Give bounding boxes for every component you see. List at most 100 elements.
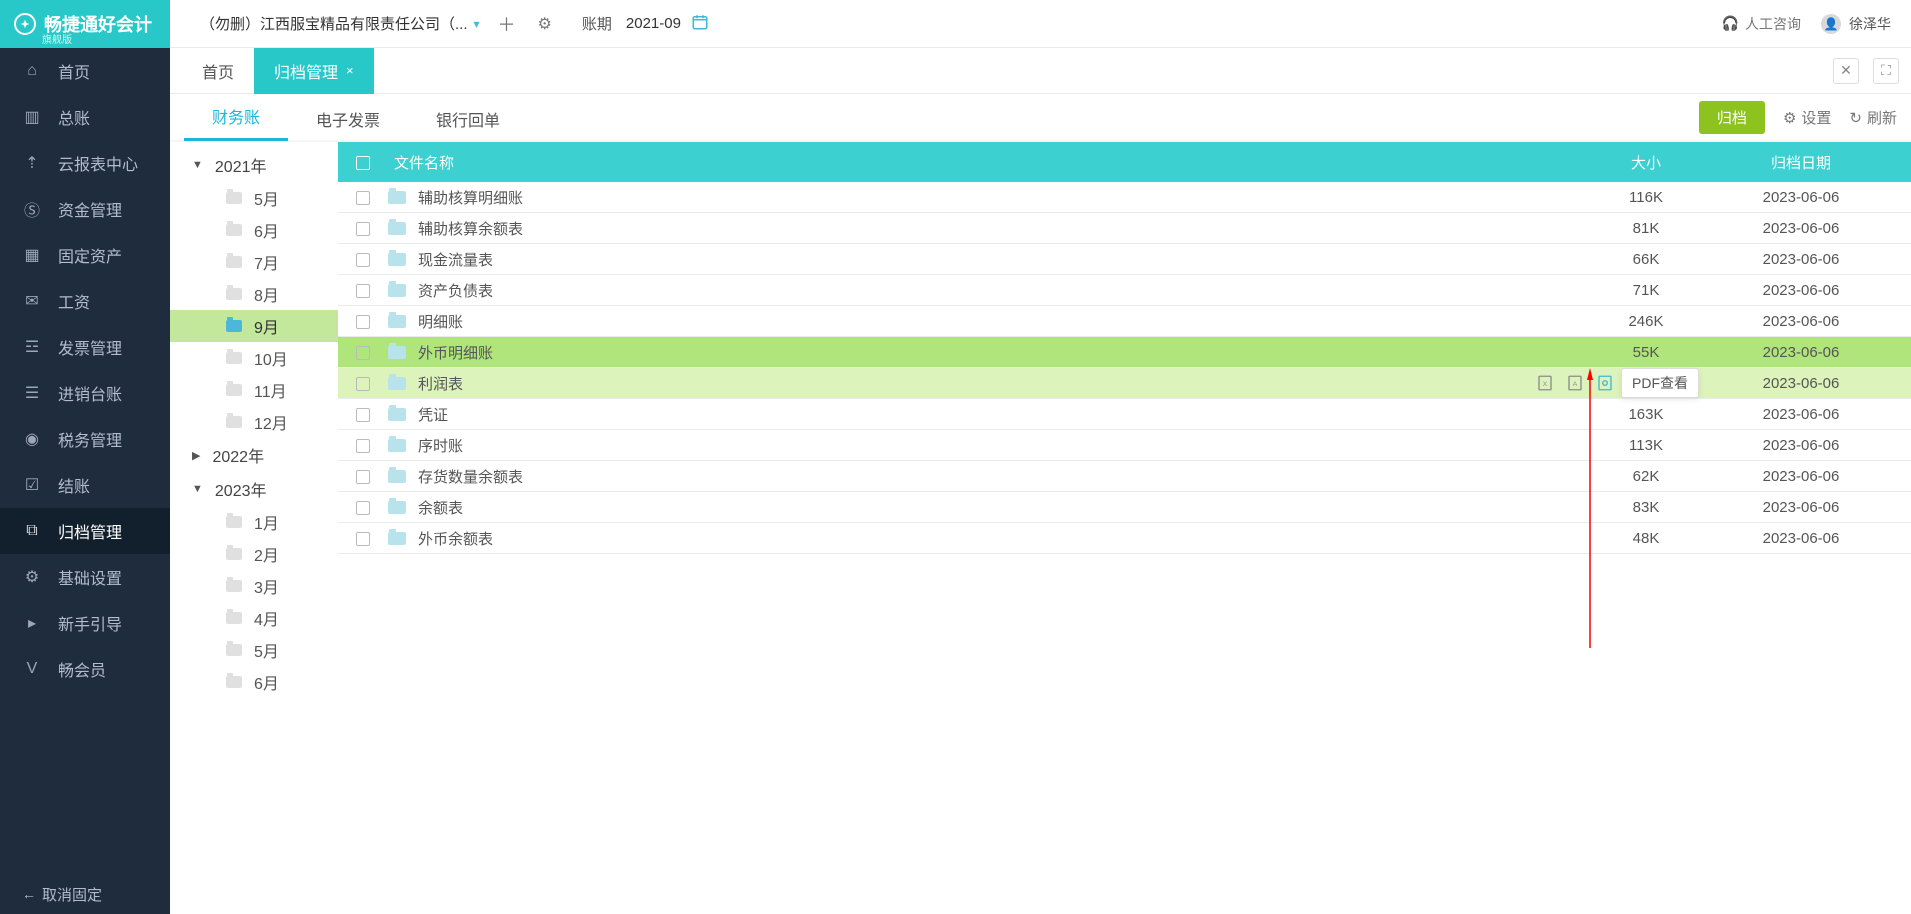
table-row[interactable]: 明细账246K2023-06-06 — [338, 306, 1911, 337]
tree-month-2021-10[interactable]: 10月 — [170, 342, 338, 374]
nav-archive[interactable]: ⧉归档管理 — [0, 508, 170, 554]
row-checkbox[interactable] — [356, 501, 370, 515]
tab-home[interactable]: 首页 — [182, 48, 254, 94]
table-row[interactable]: 存货数量余额表62K2023-06-06 — [338, 461, 1911, 492]
tree-month-2021-11[interactable]: 11月 — [170, 374, 338, 406]
row-date: 2023-06-06 — [1711, 251, 1911, 268]
arrow-left-icon: ← — [22, 886, 36, 902]
row-size: 62K — [1581, 468, 1711, 485]
company-settings-icon[interactable]: ⚙ — [538, 14, 552, 34]
row-size: 71K — [1581, 282, 1711, 299]
tree-month-2021-08[interactable]: 8月 — [170, 278, 338, 310]
tab-archive[interactable]: 归档管理 × — [254, 48, 374, 94]
row-checkbox[interactable] — [356, 532, 370, 546]
tree-month-2023-02[interactable]: 2月 — [170, 538, 338, 570]
table-row[interactable]: 辅助核算余额表81K2023-06-06 — [338, 213, 1911, 244]
tab-close-all-button[interactable]: ✕ — [1833, 58, 1859, 84]
table-row[interactable]: 现金流量表66K2023-06-06 — [338, 244, 1911, 275]
nav-tax[interactable]: ◉税务管理 — [0, 416, 170, 462]
tree-month-2023-06[interactable]: 6月 — [170, 666, 338, 698]
table-row[interactable]: 利润表XAPDF查看2K2023-06-06 — [338, 368, 1911, 399]
nav-reports[interactable]: ⇡云报表中心 — [0, 140, 170, 186]
nav-home[interactable]: ⌂首页 — [0, 48, 170, 94]
brand-edition: 旗舰版 — [42, 31, 72, 46]
table-row[interactable]: 外币明细账55K2023-06-06 — [338, 337, 1911, 368]
svg-text:A: A — [1573, 381, 1578, 388]
archive-button[interactable]: 归档 — [1699, 101, 1765, 134]
nav-purchase[interactable]: ☰进销台账 — [0, 370, 170, 416]
fullscreen-button[interactable]: ⛶ — [1873, 58, 1899, 84]
tab-close-icon[interactable]: × — [346, 63, 354, 78]
asset-icon: ▦ — [22, 245, 42, 265]
table-row[interactable]: 余额表83K2023-06-06 — [338, 492, 1911, 523]
help-button[interactable]: 🎧 人工咨询 — [1722, 14, 1801, 34]
settings-button[interactable]: ⚙设置 — [1783, 107, 1831, 128]
tree-year-2021[interactable]: ▼2021年 — [170, 148, 338, 182]
row-checkbox[interactable] — [356, 222, 370, 236]
row-checkbox[interactable] — [356, 439, 370, 453]
row-checkbox[interactable] — [356, 470, 370, 484]
tree-month-2023-04[interactable]: 4月 — [170, 602, 338, 634]
subtab-einvoice[interactable]: 电子发票 — [288, 97, 408, 141]
row-filename: 明细账 — [388, 311, 1581, 332]
cloud-logo-icon: ✦ — [14, 13, 36, 35]
ledger-icon: ▥ — [22, 107, 42, 127]
row-checkbox[interactable] — [356, 315, 370, 329]
calendar-icon[interactable] — [691, 13, 709, 35]
tree-year-2022[interactable]: ▶2022年 — [170, 438, 338, 472]
refresh-button[interactable]: ↻刷新 — [1849, 107, 1897, 128]
tree-month-2021-07[interactable]: 7月 — [170, 246, 338, 278]
subtab-finance[interactable]: 财务账 — [184, 94, 288, 141]
header-date: 归档日期 — [1711, 152, 1911, 173]
nav-settings[interactable]: ⚙基础设置 — [0, 554, 170, 600]
nav-guide[interactable]: ▸新手引导 — [0, 600, 170, 646]
row-checkbox[interactable] — [356, 408, 370, 422]
tree-month-2021-09[interactable]: 9月 — [170, 310, 338, 342]
tree-month-2021-12[interactable]: 12月 — [170, 406, 338, 438]
table-row[interactable]: 序时账113K2023-06-06 — [338, 430, 1911, 461]
nav-invoice[interactable]: ☲发票管理 — [0, 324, 170, 370]
row-checkbox[interactable] — [356, 284, 370, 298]
tree-month-2023-03[interactable]: 3月 — [170, 570, 338, 602]
row-filename: 利润表XAPDF查看 — [388, 373, 1581, 394]
table-row[interactable]: 外币余额表48K2023-06-06 — [338, 523, 1911, 554]
nav-vip[interactable]: V畅会员 — [0, 646, 170, 692]
tree-month-2021-06[interactable]: 6月 — [170, 214, 338, 246]
add-company-icon[interactable]: ＋ — [498, 11, 516, 37]
nav-assets[interactable]: ▦固定资产 — [0, 232, 170, 278]
tree-month-2023-05[interactable]: 5月 — [170, 634, 338, 666]
export-excel-icon[interactable]: X — [1535, 373, 1555, 393]
unpin-button[interactable]: ← 取消固定 — [0, 874, 170, 914]
header-filename: 文件名称 — [388, 152, 1581, 173]
nav-closing[interactable]: ☑结账 — [0, 462, 170, 508]
row-size: 246K — [1581, 313, 1711, 330]
svg-text:X: X — [1543, 381, 1548, 388]
row-checkbox[interactable] — [356, 377, 370, 391]
tree-month-2021-05[interactable]: 5月 — [170, 182, 338, 214]
subtab-bankslip[interactable]: 银行回单 — [408, 97, 528, 141]
table-row[interactable]: 资产负债表71K2023-06-06 — [338, 275, 1911, 306]
row-checkbox[interactable] — [356, 191, 370, 205]
company-dropdown-icon[interactable]: ▾ — [474, 17, 480, 31]
tree-year-2023[interactable]: ▼2023年 — [170, 472, 338, 506]
nav-salary[interactable]: ✉工资 — [0, 278, 170, 324]
row-filename: 序时账 — [388, 435, 1581, 456]
table-row[interactable]: 辅助核算明细账116K2023-06-06 — [338, 182, 1911, 213]
row-checkbox[interactable] — [356, 346, 370, 360]
subtab-row: 财务账 电子发票 银行回单 归档 ⚙设置 ↻刷新 — [170, 94, 1911, 140]
select-all-checkbox[interactable] — [356, 156, 370, 170]
pdf-view-icon[interactable] — [1595, 373, 1615, 393]
tree-month-2023-01[interactable]: 1月 — [170, 506, 338, 538]
row-date: 2023-06-06 — [1711, 530, 1911, 547]
nav-ledger[interactable]: ▥总账 — [0, 94, 170, 140]
row-date: 2023-06-06 — [1711, 313, 1911, 330]
folder-icon — [388, 253, 406, 266]
row-size: 116K — [1581, 189, 1711, 206]
export-pdf-icon[interactable]: A — [1565, 373, 1585, 393]
nav-funds[interactable]: Ⓢ资金管理 — [0, 186, 170, 232]
table-row[interactable]: 凭证163K2023-06-06 — [338, 399, 1911, 430]
user-display[interactable]: 👤 徐泽华 — [1821, 14, 1891, 34]
refresh-icon: ↻ — [1849, 109, 1862, 127]
row-checkbox[interactable] — [356, 253, 370, 267]
settings-icon: ⚙ — [22, 567, 42, 587]
